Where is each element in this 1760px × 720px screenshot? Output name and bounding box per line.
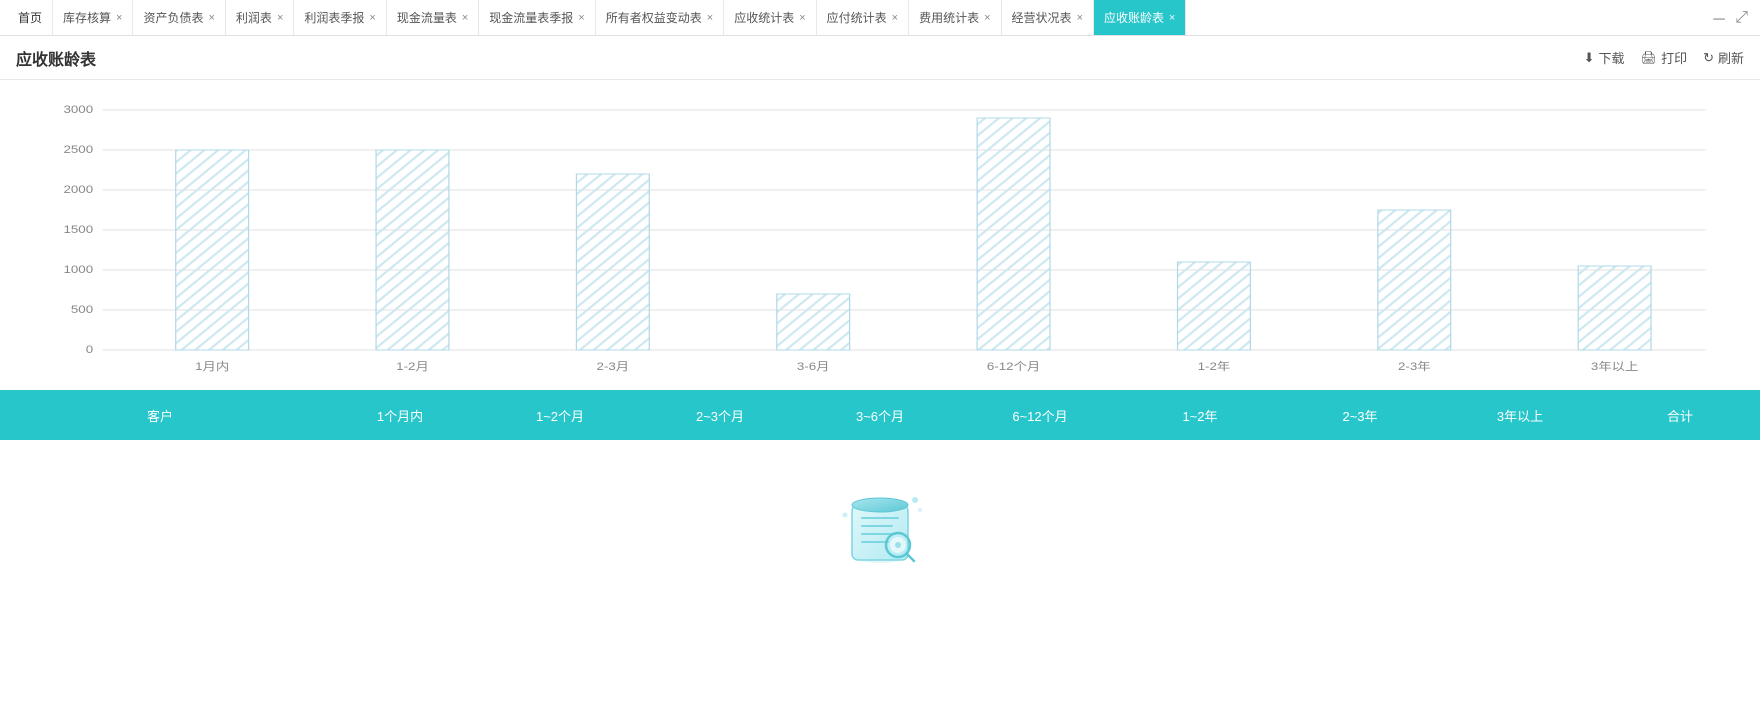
col-total: 合计	[1600, 406, 1760, 425]
col-1month: 1个月内	[320, 406, 480, 425]
page-title: 应收账龄表	[16, 46, 96, 70]
close-tab-cashflow-q[interactable]: ×	[578, 12, 584, 24]
download-icon: ⬇	[1584, 50, 1595, 66]
svg-text:1500: 1500	[63, 223, 93, 236]
tab-inventory[interactable]: 库存核算 ×	[53, 0, 133, 36]
bar-2-3month	[576, 174, 649, 350]
svg-text:3-6月: 3-6月	[797, 360, 830, 373]
header-actions: ⬇ 下载 🖨 打印 ↻ 刷新	[1584, 48, 1744, 67]
bar-1month	[176, 150, 249, 350]
col-6-12month: 6~12个月	[960, 406, 1120, 425]
empty-state-icon	[830, 480, 930, 580]
chart-container: 0 500 1000 1500 2000 2500 3000 1月内	[30, 100, 1730, 380]
close-tab-profit[interactable]: ×	[277, 12, 283, 24]
tab-expense-stat[interactable]: 费用统计表 ×	[909, 0, 1001, 36]
refresh-button[interactable]: ↻ 刷新	[1703, 48, 1744, 67]
svg-text:500: 500	[71, 303, 93, 316]
svg-text:0: 0	[86, 343, 94, 356]
download-button[interactable]: ⬇ 下载	[1584, 48, 1625, 67]
page-header: 应收账龄表 ⬇ 下载 🖨 打印 ↻ 刷新	[0, 36, 1760, 80]
refresh-icon: ↻	[1703, 50, 1714, 66]
close-tab-balance[interactable]: ×	[208, 12, 214, 24]
empty-state	[0, 440, 1760, 600]
tab-bar: 首页 库存核算 × 资产负债表 × 利润表 × 利润表季报 × 现金流量表 × …	[0, 0, 1760, 36]
svg-text:2-3年: 2-3年	[1398, 360, 1431, 373]
bar-1-2month	[376, 150, 449, 350]
tab-payable-stat[interactable]: 应付统计表 ×	[817, 0, 909, 36]
tab-profit-q[interactable]: 利润表季报 ×	[294, 0, 386, 36]
close-tab-profit-q[interactable]: ×	[369, 12, 375, 24]
svg-text:3000: 3000	[63, 103, 93, 116]
close-tab-payable-stat[interactable]: ×	[892, 12, 898, 24]
svg-text:6-12个月: 6-12个月	[987, 360, 1040, 373]
svg-text:2000: 2000	[63, 183, 93, 196]
close-tab-cashflow[interactable]: ×	[462, 12, 468, 24]
col-1-2year: 1~2年	[1120, 406, 1280, 425]
close-tab-equity[interactable]: ×	[707, 12, 713, 24]
tab-equity[interactable]: 所有者权益变动表 ×	[596, 0, 724, 36]
col-2-3month: 2~3个月	[640, 406, 800, 425]
close-tab-operation[interactable]: ×	[1077, 12, 1083, 24]
tab-bar-actions: － ⤢	[1711, 6, 1752, 30]
tab-balance[interactable]: 资产负债表 ×	[133, 0, 225, 36]
col-3-6month: 3~6个月	[800, 406, 960, 425]
maximize-icon[interactable]: ⤢	[1735, 9, 1748, 27]
tab-profit[interactable]: 利润表 ×	[226, 0, 294, 36]
bar-3-6month	[777, 294, 850, 350]
close-tab-expense-stat[interactable]: ×	[984, 12, 990, 24]
main-content: 0 500 1000 1500 2000 2500 3000 1月内	[0, 80, 1760, 720]
svg-text:2-3月: 2-3月	[597, 360, 630, 373]
bar-2-3year	[1378, 210, 1451, 350]
svg-text:3年以上: 3年以上	[1591, 360, 1638, 373]
tab-aging[interactable]: 应收账龄表 ×	[1094, 0, 1186, 36]
print-button[interactable]: 🖨 打印	[1641, 48, 1688, 67]
bar-chart: 0 500 1000 1500 2000 2500 3000 1月内	[30, 100, 1730, 380]
bar-3plus-year	[1578, 266, 1651, 350]
chart-area: 0 500 1000 1500 2000 2500 3000 1月内	[0, 80, 1760, 390]
tab-receivable-stat[interactable]: 应收统计表 ×	[724, 0, 816, 36]
tab-operation[interactable]: 经营状况表 ×	[1002, 0, 1094, 36]
close-tab-inventory[interactable]: ×	[116, 12, 122, 24]
col-3plus-year: 3年以上	[1440, 406, 1600, 425]
tab-cashflow-q[interactable]: 现金流量表季报 ×	[479, 0, 595, 36]
svg-text:2500: 2500	[63, 143, 93, 156]
bar-6-12month	[977, 118, 1050, 350]
bar-1-2year	[1178, 262, 1251, 350]
table-header: 客户 1个月内 1~2个月 2~3个月 3~6个月 6~12个月 1~2年 2~…	[0, 390, 1760, 440]
print-icon: 🖨	[1641, 50, 1658, 66]
svg-text:1-2年: 1-2年	[1198, 360, 1231, 373]
tab-home[interactable]: 首页	[8, 0, 53, 36]
minimize-icon[interactable]: －	[1711, 6, 1727, 30]
svg-text:1月内: 1月内	[195, 360, 229, 373]
svg-text:1-2月: 1-2月	[396, 360, 429, 373]
svg-text:1000: 1000	[63, 263, 93, 276]
col-1-2month: 1~2个月	[480, 406, 640, 425]
tab-cashflow[interactable]: 现金流量表 ×	[387, 0, 479, 36]
close-tab-receivable-stat[interactable]: ×	[799, 12, 805, 24]
col-2-3year: 2~3年	[1280, 406, 1440, 425]
col-customer: 客户	[0, 406, 320, 425]
close-tab-aging[interactable]: ×	[1169, 12, 1175, 24]
